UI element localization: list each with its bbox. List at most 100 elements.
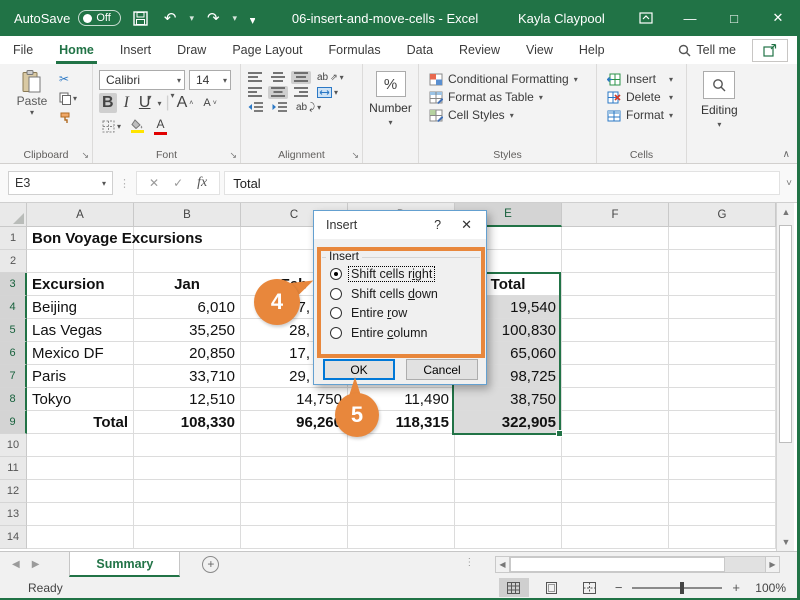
tab-data[interactable]: Data xyxy=(394,36,446,64)
new-sheet-icon[interactable]: + xyxy=(202,556,219,573)
decrease-indent-icon[interactable] xyxy=(245,101,266,114)
dialog-help-icon[interactable]: ? xyxy=(420,218,455,232)
cell-C13[interactable] xyxy=(241,503,348,526)
cell-B12[interactable] xyxy=(134,480,241,503)
align-middle-icon[interactable] xyxy=(268,71,288,84)
merge-center-button[interactable]: ▾ xyxy=(314,86,341,99)
clipboard-dialog-launcher-icon[interactable]: ↘ xyxy=(81,150,89,161)
row-header-2[interactable]: 2 xyxy=(0,250,27,273)
align-bottom-icon[interactable] xyxy=(291,71,311,84)
cell-B8[interactable]: 12,510 xyxy=(134,388,241,411)
cell-F8[interactable] xyxy=(562,388,669,411)
row-header-11[interactable]: 11 xyxy=(0,457,27,480)
cell-G10[interactable] xyxy=(669,434,776,457)
enter-icon[interactable]: ✓ xyxy=(173,176,183,190)
cell-F9[interactable] xyxy=(562,411,669,434)
wrap-text-button[interactable]: ab⤸▾ xyxy=(293,101,324,114)
cell-D10[interactable] xyxy=(348,434,455,457)
cell-C14[interactable] xyxy=(241,526,348,549)
user-name[interactable]: Kayla Claypool xyxy=(518,11,605,26)
cell-G1[interactable] xyxy=(669,227,776,250)
cell-F1[interactable] xyxy=(562,227,669,250)
cell-A8[interactable]: Tokyo xyxy=(27,388,134,411)
column-header-F[interactable]: F xyxy=(562,203,669,227)
collapse-ribbon-icon[interactable]: ∧ xyxy=(783,149,790,160)
cell-F6[interactable] xyxy=(562,342,669,365)
cell-E11[interactable] xyxy=(455,457,562,480)
undo-caret-icon[interactable]: ▾ xyxy=(188,13,195,24)
tell-me-box[interactable]: Tell me xyxy=(668,36,746,64)
customize-quick-access-icon[interactable]: ▾ xyxy=(246,17,259,20)
horizontal-scrollbar[interactable]: ◀ ▶ xyxy=(495,556,780,573)
vertical-scroll-thumb[interactable] xyxy=(779,225,792,443)
cell-C10[interactable] xyxy=(241,434,348,457)
horizontal-scroll-thumb[interactable] xyxy=(510,557,725,572)
cell-A9[interactable]: Total xyxy=(27,411,134,434)
scroll-down-icon[interactable]: ▼ xyxy=(777,533,795,551)
cell-A14[interactable] xyxy=(27,526,134,549)
paste-button[interactable]: Paste ▾ xyxy=(10,70,54,147)
cell-F5[interactable] xyxy=(562,319,669,342)
cell-G13[interactable] xyxy=(669,503,776,526)
cell-C11[interactable] xyxy=(241,457,348,480)
row-header-4[interactable]: 4 xyxy=(0,296,27,319)
normal-view-icon[interactable] xyxy=(499,578,529,597)
cell-G6[interactable] xyxy=(669,342,776,365)
scroll-left-icon[interactable]: ◀ xyxy=(495,556,510,573)
tab-scrollbar-splitter[interactable]: ⋮ xyxy=(464,557,474,577)
cell-E9[interactable]: 322,905 xyxy=(455,411,562,434)
cell-E13[interactable] xyxy=(455,503,562,526)
borders-button[interactable]: ▾ xyxy=(99,119,124,134)
name-box[interactable]: E3 ▾ xyxy=(8,171,113,195)
save-icon[interactable] xyxy=(129,11,152,26)
close-button[interactable]: ✕ xyxy=(756,10,800,26)
cell-G7[interactable] xyxy=(669,365,776,388)
copy-button[interactable]: ▾ xyxy=(56,91,80,106)
cell-B7[interactable]: 33,710 xyxy=(134,365,241,388)
cell-E12[interactable] xyxy=(455,480,562,503)
cell-G2[interactable] xyxy=(669,250,776,273)
alignment-dialog-launcher-icon[interactable]: ↘ xyxy=(351,150,359,161)
format-painter-button[interactable] xyxy=(56,111,80,125)
tab-page-layout[interactable]: Page Layout xyxy=(219,36,315,64)
cell-A11[interactable] xyxy=(27,457,134,480)
align-left-icon[interactable] xyxy=(245,86,265,99)
row-header-13[interactable]: 13 xyxy=(0,503,27,526)
cell-F7[interactable] xyxy=(562,365,669,388)
cell-G12[interactable] xyxy=(669,480,776,503)
cell-C9[interactable]: 96,260 xyxy=(241,411,348,434)
cell-B10[interactable] xyxy=(134,434,241,457)
formula-input[interactable]: Total xyxy=(224,171,780,195)
cell-D11[interactable] xyxy=(348,457,455,480)
cell-B4[interactable]: 6,010 xyxy=(134,296,241,319)
cell-F13[interactable] xyxy=(562,503,669,526)
decrease-font-button[interactable]: A˅ xyxy=(200,96,219,110)
cell-F12[interactable] xyxy=(562,480,669,503)
cell-E14[interactable] xyxy=(455,526,562,549)
column-header-B[interactable]: B xyxy=(134,203,241,227)
insert-dialog-titlebar[interactable]: Insert ? ✕ xyxy=(314,211,486,239)
vertical-scrollbar[interactable]: ▲ ▼ xyxy=(776,203,794,551)
tab-home[interactable]: Home xyxy=(46,36,107,64)
sheet-nav-left-icon[interactable]: ◀ xyxy=(0,552,32,577)
page-break-view-icon[interactable] xyxy=(575,578,605,597)
format-as-table-button[interactable]: Format as Table ▾ xyxy=(429,90,578,104)
cell-D13[interactable] xyxy=(348,503,455,526)
scroll-right-icon[interactable]: ▶ xyxy=(765,556,780,573)
tab-file[interactable]: File xyxy=(0,36,46,64)
fill-color-button[interactable]: ▾ xyxy=(128,118,147,134)
column-header-A[interactable]: A xyxy=(27,203,134,227)
row-header-8[interactable]: 8 xyxy=(0,388,27,411)
insert-cells-button[interactable]: Insert ▾ xyxy=(607,72,673,86)
sheet-nav-right-icon[interactable]: ▶ xyxy=(32,552,52,577)
format-cells-button[interactable]: Format ▾ xyxy=(607,108,673,122)
cell-F2[interactable] xyxy=(562,250,669,273)
redo-icon[interactable]: ↷ xyxy=(203,11,224,26)
zoom-slider-thumb[interactable] xyxy=(680,582,684,594)
zoom-in-icon[interactable]: + xyxy=(730,580,742,595)
underline-caret-icon[interactable]: ▾ xyxy=(157,99,161,108)
share-button[interactable] xyxy=(752,39,788,62)
cell-F4[interactable] xyxy=(562,296,669,319)
undo-icon[interactable]: ↶ xyxy=(160,11,181,26)
minimize-button[interactable]: — xyxy=(668,11,712,26)
